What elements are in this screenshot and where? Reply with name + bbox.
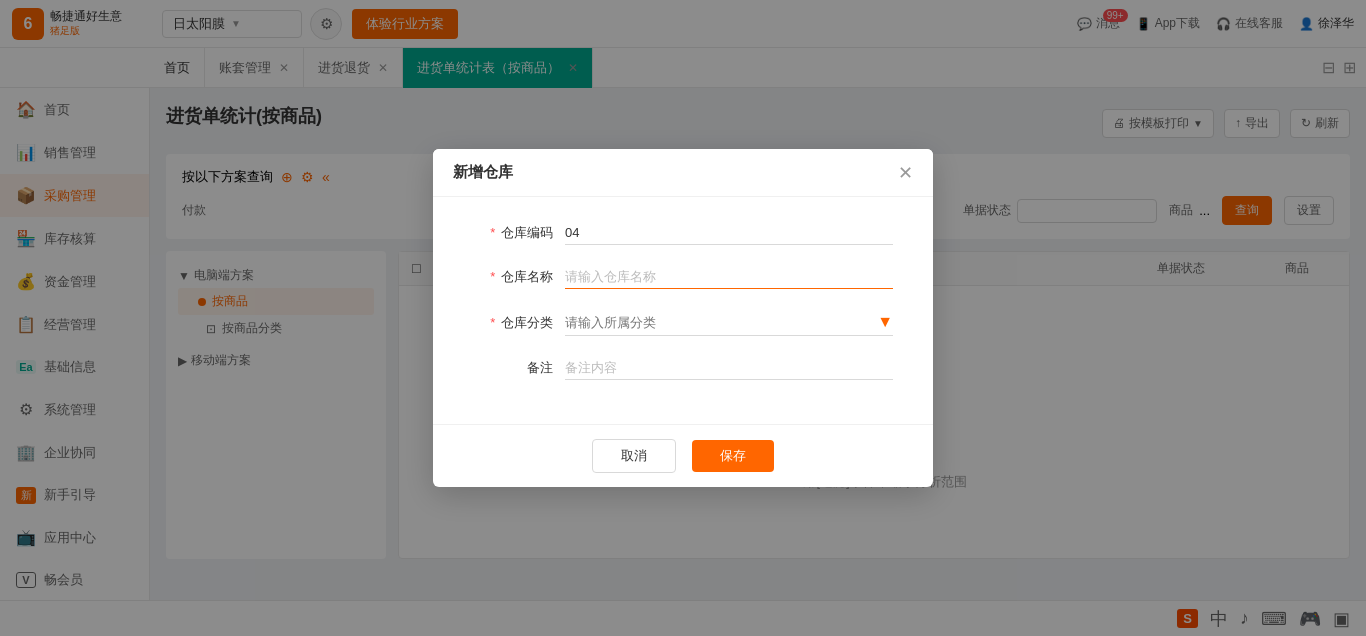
modal-close-icon[interactable]: ✕ bbox=[898, 164, 913, 182]
warehouse-category-input[interactable] bbox=[565, 315, 877, 330]
modal-title: 新增仓库 bbox=[453, 163, 513, 182]
warehouse-remark-row: 备注 bbox=[473, 356, 893, 380]
required-star-1: * bbox=[490, 225, 495, 240]
save-button[interactable]: 保存 bbox=[692, 440, 774, 472]
modal-footer: 取消 保存 bbox=[433, 424, 933, 487]
required-star-3: * bbox=[490, 315, 495, 330]
warehouse-code-row: * 仓库编码 bbox=[473, 221, 893, 245]
warehouse-code-input[interactable] bbox=[565, 221, 893, 245]
warehouse-remark-label: 备注 bbox=[473, 359, 553, 377]
warehouse-category-select[interactable]: ▼ bbox=[565, 309, 893, 336]
cancel-button[interactable]: 取消 bbox=[592, 439, 676, 473]
required-star-2: * bbox=[490, 269, 495, 284]
warehouse-name-label: * 仓库名称 bbox=[473, 268, 553, 286]
new-warehouse-modal: 新增仓库 ✕ * 仓库编码 * 仓库名称 bbox=[433, 149, 933, 487]
modal-body: * 仓库编码 * 仓库名称 * 仓库分类 bbox=[433, 197, 933, 424]
modal-header: 新增仓库 ✕ bbox=[433, 149, 933, 197]
warehouse-category-label: * 仓库分类 bbox=[473, 314, 553, 332]
warehouse-code-label: * 仓库编码 bbox=[473, 224, 553, 242]
warehouse-name-row: * 仓库名称 bbox=[473, 265, 893, 289]
category-dropdown-icon: ▼ bbox=[877, 313, 893, 331]
warehouse-category-row: * 仓库分类 ▼ bbox=[473, 309, 893, 336]
modal-overlay[interactable]: 新增仓库 ✕ * 仓库编码 * 仓库名称 bbox=[0, 0, 1366, 636]
warehouse-remark-input[interactable] bbox=[565, 356, 893, 380]
warehouse-name-input[interactable] bbox=[565, 265, 893, 289]
